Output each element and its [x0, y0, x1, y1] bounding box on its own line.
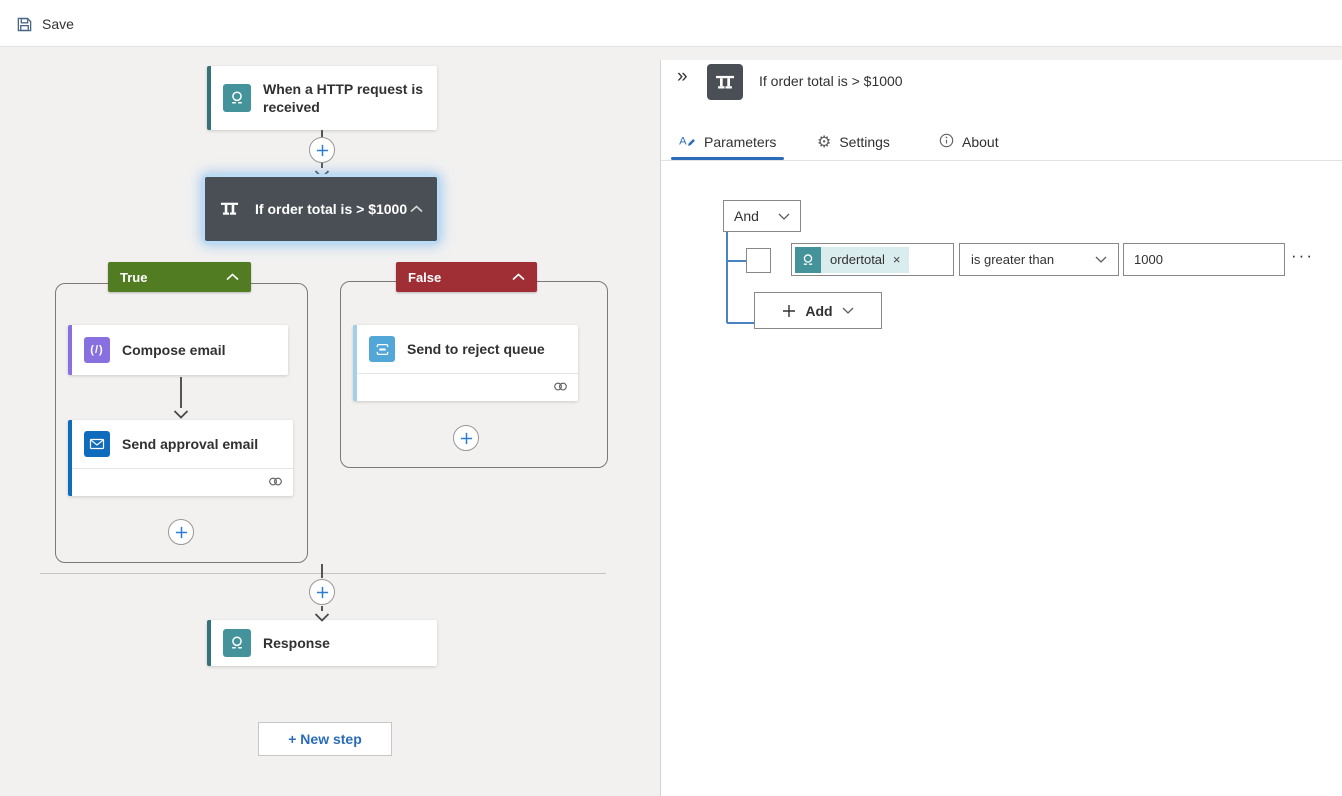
tab-parameters-label: Parameters: [704, 134, 777, 150]
condition-tree-line: [726, 232, 728, 323]
response-title: Response: [263, 634, 330, 651]
save-icon: [16, 16, 33, 33]
connector-line: [321, 130, 323, 137]
gear-icon: ⚙: [817, 132, 832, 151]
branch-merge-line: [40, 573, 606, 574]
send-approval-email-title: Send approval email: [122, 435, 259, 452]
tab-parameters[interactable]: A Parameters: [679, 128, 776, 156]
compose-icon: (/): [84, 337, 110, 363]
double-chevron-right-icon: »: [677, 66, 687, 87]
condition-title: If order total is > $1000: [255, 200, 408, 217]
command-bar: Save: [0, 0, 1342, 47]
insert-step-button[interactable]: [309, 137, 335, 163]
connector-line: [180, 377, 182, 408]
add-condition-button[interactable]: Add: [754, 292, 882, 329]
false-branch-header[interactable]: False: [396, 262, 537, 292]
http-response-icon: [223, 629, 251, 657]
false-label: False: [408, 269, 442, 285]
collapse-branch-chevron-icon[interactable]: [512, 273, 525, 281]
flow-designer: Save When a HTTP request is received If …: [0, 0, 1342, 796]
new-step-label: + New step: [288, 731, 362, 747]
queue-icon: [369, 336, 395, 362]
tab-settings[interactable]: ⚙ Settings: [817, 128, 890, 156]
group-operator-dropdown[interactable]: And: [723, 200, 801, 232]
compose-email-title: Compose email: [122, 341, 226, 358]
http-request-icon: [223, 84, 251, 112]
condition-tree-line: [727, 322, 754, 324]
chevron-down-icon: [778, 213, 790, 220]
condition-icon: [707, 64, 743, 100]
plus-icon: [782, 304, 796, 318]
tab-about-label: About: [962, 134, 999, 150]
token-label: ordertotal: [830, 252, 885, 267]
collapse-card-chevron-icon[interactable]: [410, 205, 423, 213]
operator-value: is greater than: [971, 252, 1055, 267]
chevron-down-icon: [1095, 256, 1107, 263]
new-step-button[interactable]: + New step: [258, 722, 392, 756]
add-action-true-button[interactable]: [168, 519, 194, 545]
http-request-icon: [795, 246, 821, 273]
save-label: Save: [42, 16, 74, 32]
compose-email-card[interactable]: (/) Compose email: [68, 325, 288, 375]
add-action-false-button[interactable]: [453, 425, 479, 451]
connection-icon: [553, 379, 568, 397]
group-operator-value: And: [734, 208, 759, 224]
collapse-branch-chevron-icon[interactable]: [226, 273, 239, 281]
tab-about[interactable]: About: [939, 128, 999, 156]
condition-icon: [215, 195, 243, 223]
send-to-reject-queue-card[interactable]: Send to reject queue: [353, 325, 578, 401]
insert-step-button[interactable]: [309, 579, 335, 605]
add-label: Add: [805, 302, 833, 319]
operand-field[interactable]: ordertotal ×: [791, 243, 954, 276]
true-branch-header[interactable]: True: [108, 262, 251, 292]
save-button[interactable]: Save: [16, 11, 74, 37]
connector-line: [321, 564, 323, 578]
collapse-panel-button[interactable]: »: [677, 66, 687, 88]
svg-text:A: A: [679, 135, 687, 147]
dynamic-content-token[interactable]: ordertotal ×: [795, 246, 909, 273]
chevron-down-icon: [842, 307, 854, 314]
send-to-reject-queue-title: Send to reject queue: [407, 340, 545, 357]
send-approval-email-card[interactable]: Send approval email: [68, 420, 293, 496]
value-input[interactable]: [1123, 243, 1285, 276]
operator-dropdown[interactable]: is greater than: [959, 243, 1119, 276]
tabs-divider: [661, 160, 1342, 161]
row-select-checkbox[interactable]: [746, 248, 771, 273]
info-icon: [939, 133, 954, 151]
details-panel: » If order total is > $1000 A Parameters: [660, 60, 1342, 796]
parameters-icon: A: [679, 133, 696, 151]
panel-title: If order total is > $1000: [759, 73, 903, 89]
condition-tree-line: [727, 260, 746, 262]
trigger-card[interactable]: When a HTTP request is received: [207, 66, 437, 130]
condition-card[interactable]: If order total is > $1000: [204, 176, 438, 242]
outlook-approval-icon: [84, 431, 110, 457]
tab-settings-label: Settings: [839, 134, 890, 150]
connection-icon: [268, 474, 283, 492]
true-label: True: [120, 269, 148, 285]
row-more-button[interactable]: ···: [1291, 246, 1314, 266]
trigger-title: When a HTTP request is received: [263, 80, 423, 115]
arrow-down-icon: [314, 609, 330, 627]
remove-token-icon[interactable]: ×: [889, 252, 909, 267]
